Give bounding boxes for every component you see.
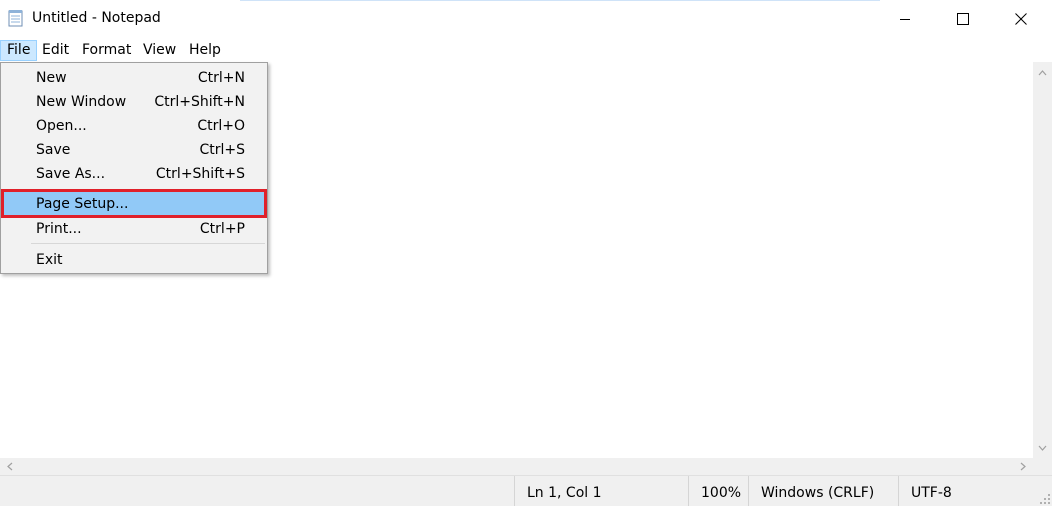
menu-item-label: New Window: [36, 94, 127, 110]
close-icon: [1015, 13, 1027, 25]
menu-item-new[interactable]: New Ctrl+N: [3, 66, 265, 90]
maximize-button[interactable]: [934, 0, 992, 38]
minimize-button[interactable]: [876, 0, 934, 38]
status-bar: Ln 1, Col 1 100% Windows (CRLF) UTF-8: [0, 475, 1052, 506]
annotation-highlight-box: [1, 189, 267, 218]
menu-format[interactable]: Format: [76, 40, 137, 61]
status-zoom: 100%: [688, 476, 748, 506]
menu-item-label: Exit: [36, 252, 63, 268]
window-title: Untitled - Notepad: [32, 10, 161, 26]
menu-item-label: Save As...: [36, 166, 106, 182]
menu-separator: [31, 243, 265, 244]
menu-bar: File Edit Format View Help: [0, 38, 1052, 62]
menu-help[interactable]: Help: [183, 40, 227, 61]
menu-item-label: Print...: [36, 221, 82, 237]
scrollbar-corner: [1033, 458, 1052, 475]
menu-item-shortcut: Ctrl+S: [199, 142, 245, 158]
menu-item-shortcut: Ctrl+Shift+S: [155, 166, 245, 182]
menu-item-label: New: [36, 70, 67, 86]
file-menu-dropdown: New Ctrl+N New Window Ctrl+Shift+N Open.…: [0, 62, 268, 274]
title-bar: Untitled - Notepad: [0, 0, 1052, 38]
scroll-up-icon[interactable]: [1033, 64, 1052, 81]
menu-edit[interactable]: Edit: [36, 40, 75, 61]
menu-item-shortcut: Ctrl+P: [199, 221, 245, 237]
horizontal-scrollbar[interactable]: [0, 458, 1033, 475]
menu-item-label: Open...: [36, 118, 87, 134]
status-position: Ln 1, Col 1: [514, 476, 688, 506]
menu-item-shortcut: Ctrl+O: [197, 118, 245, 134]
menu-item-label: Save: [36, 142, 71, 158]
menu-file[interactable]: File: [0, 40, 38, 61]
menu-view[interactable]: View: [137, 40, 182, 61]
menu-item-save[interactable]: Save Ctrl+S: [3, 138, 265, 162]
scroll-down-icon[interactable]: [1033, 439, 1052, 456]
title-accent-line: [240, 0, 880, 1]
scroll-right-icon[interactable]: [1014, 458, 1031, 475]
menu-item-shortcut: Ctrl+N: [197, 70, 245, 86]
vertical-scrollbar[interactable]: [1033, 62, 1052, 458]
scroll-left-icon[interactable]: [1, 458, 18, 475]
maximize-icon: [957, 13, 969, 25]
status-encoding: UTF-8: [898, 476, 1038, 506]
menu-item-save-as[interactable]: Save As... Ctrl+Shift+S: [3, 162, 265, 186]
menu-item-open[interactable]: Open... Ctrl+O: [3, 114, 265, 138]
menu-item-shortcut: Ctrl+Shift+N: [154, 94, 245, 110]
menu-item-new-window[interactable]: New Window Ctrl+Shift+N: [3, 90, 265, 114]
minimize-icon: [900, 19, 910, 20]
close-button[interactable]: [992, 0, 1050, 38]
menu-item-exit[interactable]: Exit: [3, 248, 265, 272]
resize-grip-icon[interactable]: [1040, 494, 1050, 504]
notepad-icon[interactable]: [8, 9, 24, 27]
menu-item-print[interactable]: Print... Ctrl+P: [3, 217, 265, 241]
status-line-ending: Windows (CRLF): [748, 476, 898, 506]
